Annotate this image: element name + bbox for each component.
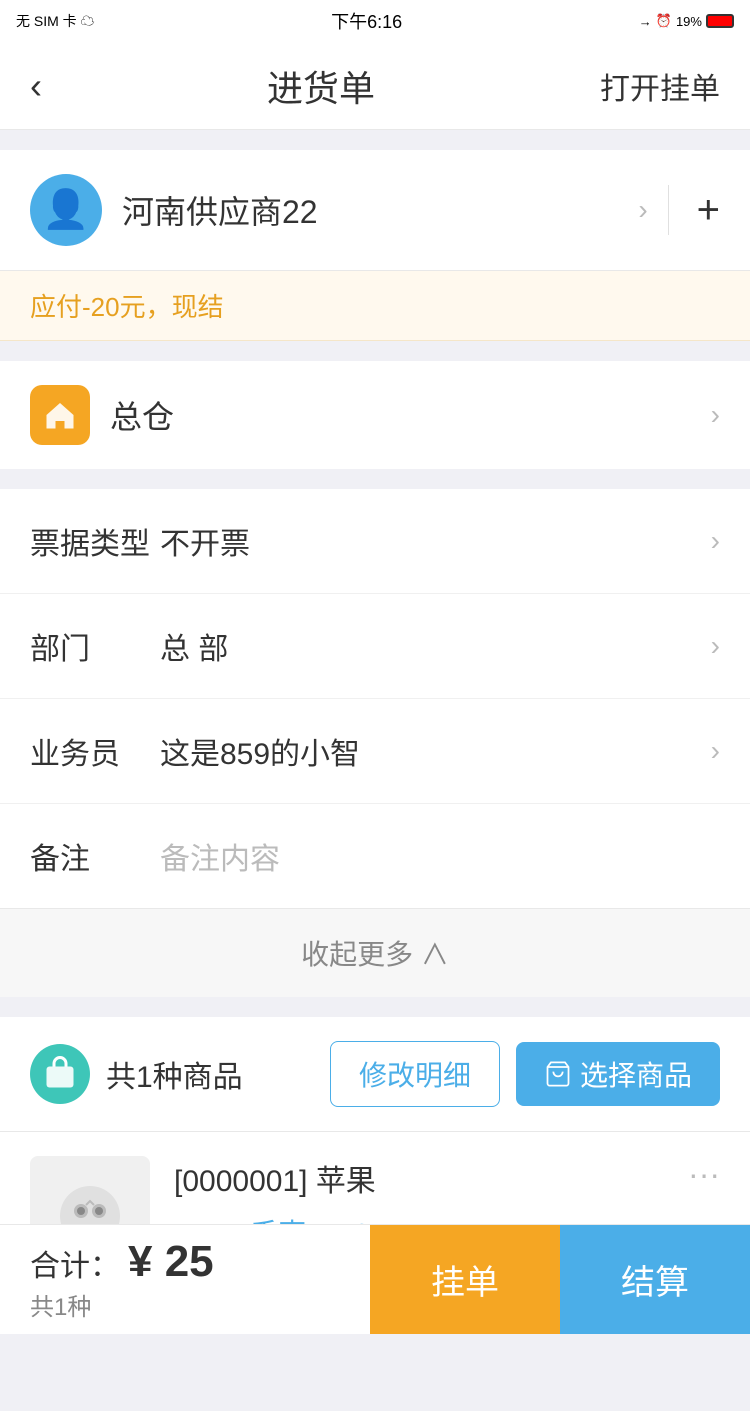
product-icon-wrap xyxy=(30,1044,90,1104)
product-title: 苹果 xyxy=(316,1165,376,1198)
select-product-label: 选择商品 xyxy=(580,1054,692,1094)
status-right: → ⏰ 19% xyxy=(639,13,734,29)
location-icon: → xyxy=(639,14,652,29)
sim-status: 无 SIM 卡 ☁ xyxy=(16,11,95,31)
warehouse-icon xyxy=(42,397,78,433)
battery-level: 19% xyxy=(676,14,702,29)
battery-icon xyxy=(706,14,734,28)
total-sub: 共1种 xyxy=(30,1287,340,1322)
remark-row[interactable]: 备注 备注内容 xyxy=(0,804,750,908)
supplier-avatar: 👤 xyxy=(30,174,102,246)
notice-bar: 应付-20元，现结 xyxy=(0,271,750,341)
remark-input[interactable]: 备注内容 xyxy=(160,834,720,878)
warehouse-section: 总仓 › xyxy=(0,361,750,469)
form-section: 票据类型 不开票 › 部门 总 部 › 业务员 这是859的小智 › 备注 备注… xyxy=(0,489,750,908)
supplier-section: 👤 河南供应商22 › + 应付-20元，现结 xyxy=(0,150,750,341)
total-area: 合计： ¥ 25 共1种 xyxy=(0,1225,370,1334)
supplier-chevron-icon: › xyxy=(638,194,647,226)
warehouse-label: 总仓 xyxy=(110,392,711,438)
product-name: [0000001] 苹果 xyxy=(174,1156,678,1200)
remark-label: 备注 xyxy=(30,834,160,878)
status-left: 无 SIM 卡 ☁ xyxy=(16,11,95,31)
department-label: 部门 xyxy=(30,624,160,668)
department-value: 总 部 xyxy=(160,624,711,668)
status-bar: 无 SIM 卡 ☁ 下午6:16 → ⏰ 19% xyxy=(0,0,750,42)
checkout-button[interactable]: 结算 xyxy=(560,1225,750,1334)
salesman-row[interactable]: 业务员 这是859的小智 › xyxy=(0,699,750,804)
product-code: [0000001] xyxy=(174,1165,307,1198)
supplier-row[interactable]: 👤 河南供应商22 › + xyxy=(0,150,750,271)
user-icon: 👤 xyxy=(42,188,89,232)
invoice-chevron-icon: › xyxy=(711,525,720,557)
warehouse-icon-wrap xyxy=(30,385,90,445)
edit-detail-button[interactable]: 修改明细 xyxy=(330,1041,500,1107)
page-title: 进货单 xyxy=(267,60,375,112)
invoice-label: 票据类型 xyxy=(30,519,160,563)
salesman-label: 业务员 xyxy=(30,729,160,773)
collapse-toggle[interactable]: 收起更多 ∧ xyxy=(0,908,750,997)
department-row[interactable]: 部门 总 部 › xyxy=(0,594,750,699)
nav-bar: ‹ 进货单 打开挂单 xyxy=(0,42,750,130)
product-count: 共1种商品 xyxy=(106,1052,330,1096)
cart-icon xyxy=(544,1060,572,1088)
warehouse-chevron-icon: › xyxy=(711,399,720,431)
total-prefix: 合计： xyxy=(30,1241,120,1285)
salesman-value: 这是859的小智 xyxy=(160,729,711,773)
bottom-bar: 合计： ¥ 25 共1种 挂单 结算 xyxy=(0,1224,750,1334)
section-gap xyxy=(0,997,750,1017)
alarm-icon: ⏰ xyxy=(656,13,672,29)
product-header: 共1种商品 修改明细 选择商品 xyxy=(0,1017,750,1132)
open-hang-button[interactable]: 打开挂单 xyxy=(600,64,720,108)
back-button[interactable]: ‹ xyxy=(30,65,42,107)
invoice-value: 不开票 xyxy=(160,519,711,563)
vertical-divider xyxy=(668,185,669,235)
product-more-button[interactable]: ··· xyxy=(688,1156,720,1193)
hang-button[interactable]: 挂单 xyxy=(370,1225,560,1334)
total-label: 合计： ¥ 25 xyxy=(30,1237,340,1287)
supplier-name: 河南供应商22 xyxy=(122,187,638,233)
salesman-chevron-icon: › xyxy=(711,735,720,767)
status-time: 下午6:16 xyxy=(331,8,402,34)
department-chevron-icon: › xyxy=(711,630,720,662)
invoice-row[interactable]: 票据类型 不开票 › xyxy=(0,489,750,594)
select-product-button[interactable]: 选择商品 xyxy=(516,1042,720,1106)
product-icon xyxy=(42,1056,78,1092)
collapse-text: 收起更多 ∧ xyxy=(301,933,449,973)
warehouse-row[interactable]: 总仓 › xyxy=(0,361,750,469)
add-supplier-button[interactable]: + xyxy=(697,188,720,233)
total-amount: ¥ 25 xyxy=(128,1237,214,1287)
